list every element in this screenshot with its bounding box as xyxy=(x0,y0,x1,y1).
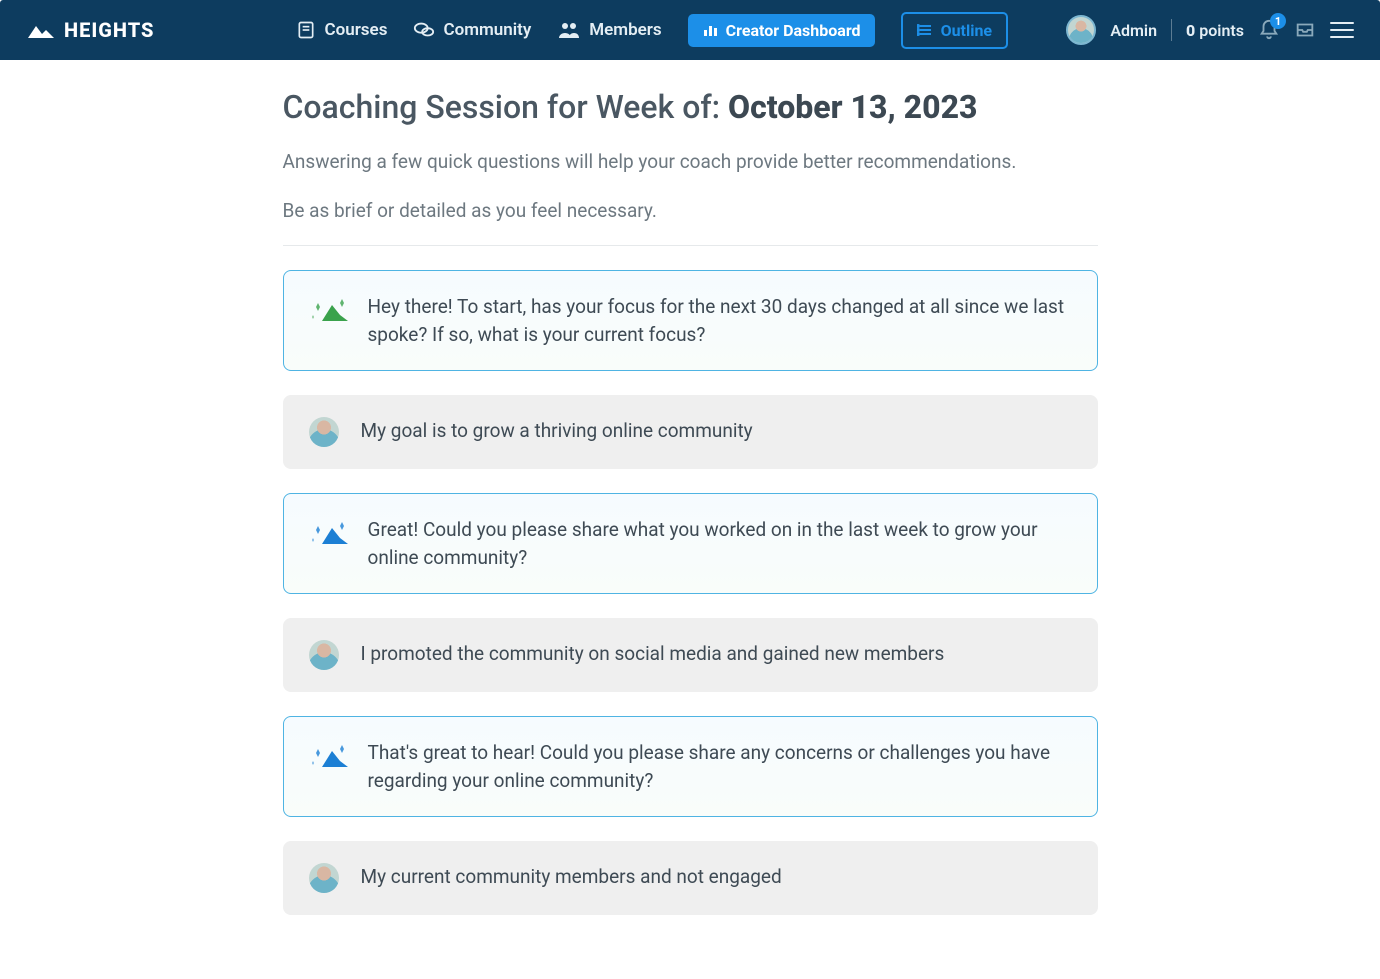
user-avatar-small xyxy=(309,417,339,447)
ai-message-text: That's great to hear! Could you please s… xyxy=(368,739,1071,794)
members-icon xyxy=(557,20,581,40)
user-avatar-small xyxy=(309,640,339,670)
points-number: 0 xyxy=(1186,21,1195,40)
ai-sparkle-icon xyxy=(310,518,346,548)
user-message: My goal is to grow a thriving online com… xyxy=(283,395,1098,469)
list-icon xyxy=(917,22,933,38)
user-avatar[interactable] xyxy=(1066,15,1096,45)
outline-label: Outline xyxy=(941,21,992,40)
brand-name: HEIGHTS xyxy=(64,18,154,42)
chat-icon xyxy=(413,20,435,40)
outline-button[interactable]: Outline xyxy=(901,12,1008,49)
user-message: I promoted the community on social media… xyxy=(283,618,1098,692)
nav-group: Courses Community Members Creator Dashbo… xyxy=(296,12,1008,49)
page-intro-2: Be as brief or detailed as you feel nece… xyxy=(283,197,1098,226)
main-content: Coaching Session for Week of: October 13… xyxy=(283,60,1098,979)
top-navbar: HEIGHTS Courses Community Members Creato… xyxy=(0,0,1380,60)
ai-sparkle-icon xyxy=(310,295,346,325)
ai-message: Great! Could you please share what you w… xyxy=(283,493,1098,594)
page-title-date: October 13, 2023 xyxy=(728,88,977,126)
topbar-right: Admin 0 points 1 xyxy=(1066,15,1354,45)
brand-logo[interactable]: HEIGHTS xyxy=(26,18,154,42)
creator-dashboard-label: Creator Dashboard xyxy=(726,21,861,40)
nav-community-label: Community xyxy=(443,20,531,40)
user-message: My current community members and not eng… xyxy=(283,841,1098,915)
logo-mark-icon xyxy=(26,20,56,40)
ai-message-text: Hey there! To start, has your focus for … xyxy=(368,293,1071,348)
page-intro-1: Answering a few quick questions will hel… xyxy=(283,148,1098,177)
notifications-button[interactable]: 1 xyxy=(1258,19,1280,41)
user-message-text: My goal is to grow a thriving online com… xyxy=(361,417,753,445)
user-avatar-small xyxy=(309,863,339,893)
user-message-text: My current community members and not eng… xyxy=(361,863,782,891)
inbox-icon xyxy=(1294,19,1316,41)
horizontal-rule xyxy=(283,245,1098,246)
dashboard-icon xyxy=(702,22,718,38)
ai-message: That's great to hear! Could you please s… xyxy=(283,716,1098,817)
ai-message: Hey there! To start, has your focus for … xyxy=(283,270,1098,371)
points-display[interactable]: 0 points xyxy=(1186,21,1244,40)
user-role[interactable]: Admin xyxy=(1110,21,1157,40)
ai-sparkle-icon xyxy=(310,741,346,771)
inbox-button[interactable] xyxy=(1294,19,1316,41)
nav-members[interactable]: Members xyxy=(557,20,661,40)
nav-courses[interactable]: Courses xyxy=(296,20,387,40)
user-message-text: I promoted the community on social media… xyxy=(361,640,945,668)
page-title-prefix: Coaching Session for Week of: xyxy=(283,88,729,126)
nav-community[interactable]: Community xyxy=(413,20,531,40)
points-label: points xyxy=(1199,21,1244,40)
book-icon xyxy=(296,20,316,40)
page-title: Coaching Session for Week of: October 13… xyxy=(283,88,1098,126)
ai-message-text: Great! Could you please share what you w… xyxy=(368,516,1071,571)
menu-button[interactable] xyxy=(1330,22,1354,38)
nav-courses-label: Courses xyxy=(324,20,387,40)
divider xyxy=(1171,19,1172,41)
creator-dashboard-button[interactable]: Creator Dashboard xyxy=(688,14,875,47)
nav-members-label: Members xyxy=(589,20,661,40)
notification-badge: 1 xyxy=(1270,13,1286,29)
messages-list: Hey there! To start, has your focus for … xyxy=(283,270,1098,915)
